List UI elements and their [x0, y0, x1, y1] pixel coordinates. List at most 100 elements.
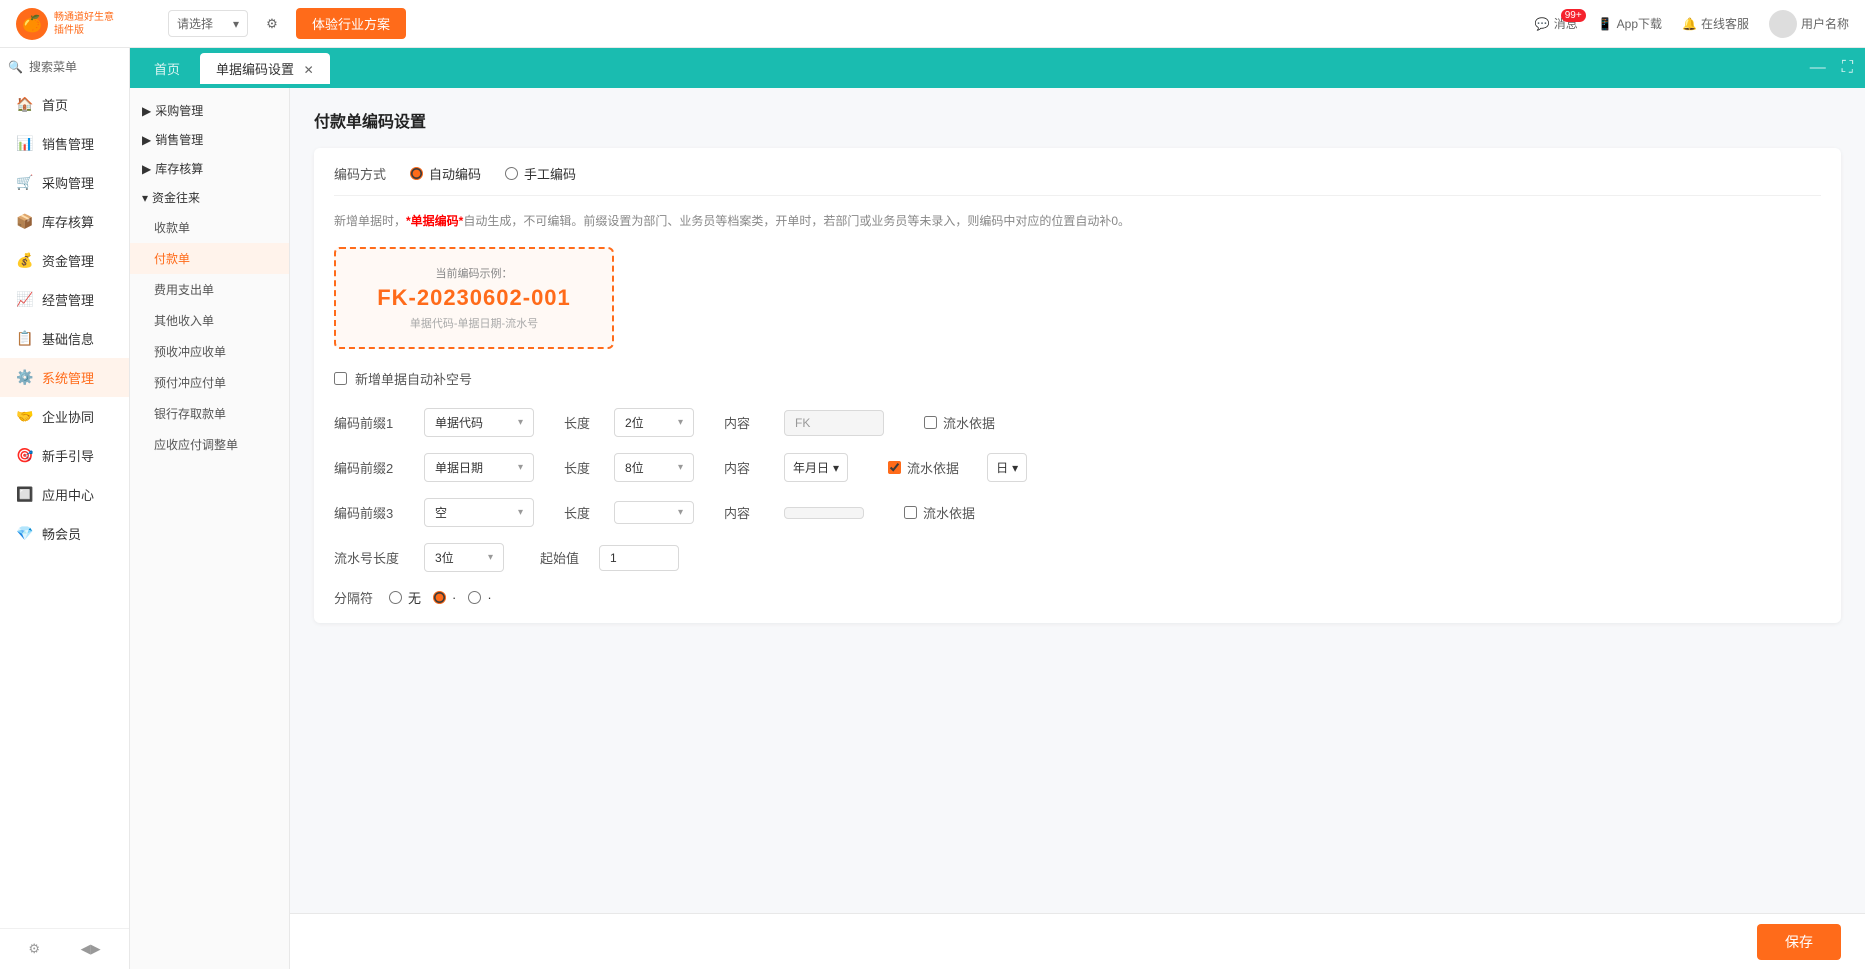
tab-encode-settings[interactable]: 单据编码设置 ✕ [200, 53, 330, 84]
main-panel: ▶ 采购管理 ▶ 销售管理 ▶ 库存核算 ▾ 资金往来 收款单 [130, 88, 1865, 969]
sub-item-other-income[interactable]: 其他收入单 [130, 305, 289, 336]
tab-maximize-icon[interactable]: ⛶ [1838, 55, 1857, 81]
chevron-right-icon: ▶ [142, 104, 151, 118]
separator-dash-option[interactable]: · [468, 590, 491, 605]
sub-item-prepay-pay[interactable]: 预付冲应付单 [130, 367, 289, 398]
auto-encode-radio[interactable] [410, 167, 423, 180]
highlight-text: *单据编码* [406, 214, 463, 228]
prefix1-label: 编码前缀1 [334, 413, 404, 432]
dropdown-text: 请选择 [177, 15, 213, 32]
logo-text: 畅通道好生意 插件版 [54, 11, 114, 37]
serial-length-value: 3位 [435, 549, 454, 566]
length1-select[interactable]: 2位 ▾ [614, 408, 694, 437]
separator-dot-radio[interactable] [433, 591, 446, 604]
sub-group-inventory[interactable]: ▶ 库存核算 [130, 154, 289, 183]
experience-button[interactable]: 体验行业方案 [296, 8, 406, 39]
sidebar-item-member[interactable]: 💎 畅会员 [0, 514, 129, 553]
length2-select[interactable]: 8位 ▾ [614, 453, 694, 482]
prefix3-arrow-icon: ▾ [518, 507, 523, 518]
sub-item-receipt[interactable]: 收款单 [130, 212, 289, 243]
search-label: 搜索菜单 [29, 58, 77, 75]
sidebar-item-purchase[interactable]: 🛒 采购管理 [0, 163, 129, 202]
message-button[interactable]: 💬 消息 99+ [1535, 15, 1578, 32]
content2-value: 年月日 [793, 459, 829, 476]
sidebar-item-sales[interactable]: 📊 销售管理 [0, 124, 129, 163]
sub-item-expense[interactable]: 费用支出单 [130, 274, 289, 305]
app-download-icon: 📱 [1598, 17, 1613, 31]
sub-item-payment[interactable]: 付款单 [130, 243, 289, 274]
bottom-bar: 保存 [290, 913, 1865, 969]
code-preview-format: 单据代码-单据日期-流水号 [356, 315, 592, 331]
topbar: 🍊 畅通道好生意 插件版 请选择 ▾ ⚙ 体验行业方案 💬 消息 99+ 📱 A… [0, 0, 1865, 48]
content-area: 首页 单据编码设置 ✕ — ⛶ ▶ 采购管理 ▶ 销售管理 [130, 48, 1865, 969]
separator-none-option[interactable]: 无 [389, 588, 421, 607]
auto-fill-checkbox[interactable] [334, 372, 347, 385]
content1-value: FK [784, 410, 884, 436]
code-preview-value: FK-20230602-001 [356, 285, 592, 311]
sub-item-bank[interactable]: 银行存取款单 [130, 398, 289, 429]
auto-fill-row: 新增单据自动补空号 [334, 369, 1821, 388]
separator-dash-radio[interactable] [468, 591, 481, 604]
tab-close-icon[interactable]: ✕ [304, 63, 314, 77]
sidebar-item-operation[interactable]: 📈 经营管理 [0, 280, 129, 319]
sidebar-item-basic[interactable]: 📋 基础信息 [0, 319, 129, 358]
sidebar-search[interactable]: 🔍 搜索菜单 [0, 48, 129, 85]
serial1-checkbox[interactable] [924, 416, 937, 429]
online-service-button[interactable]: 🔔 在线客服 [1682, 15, 1749, 32]
sidebar-item-apps[interactable]: 🔲 应用中心 [0, 475, 129, 514]
serial3-label: 流水依据 [923, 503, 975, 522]
settings-bottom-icon[interactable]: ⚙ [28, 941, 40, 957]
sidebar-item-label: 采购管理 [42, 173, 94, 192]
message-icon: 💬 [1535, 17, 1550, 31]
sub-item-adjustment-label: 应收应付调整单 [154, 438, 238, 452]
content2-label: 内容 [724, 458, 764, 477]
content1-label: 内容 [724, 413, 764, 432]
prefix3-select[interactable]: 空 ▾ [424, 498, 534, 527]
username: 用户名称 [1801, 15, 1849, 32]
sub-item-prepay-recv[interactable]: 预收冲应收单 [130, 336, 289, 367]
sidebar-item-guide[interactable]: 🎯 新手引导 [0, 436, 129, 475]
gear-button[interactable]: ⚙ [256, 8, 288, 40]
sub-group-inventory-label: 库存核算 [155, 160, 203, 177]
start-value-input[interactable]: 1 [599, 545, 679, 571]
encode-card: 编码方式 自动编码 手工编码 新增单据时 [314, 148, 1841, 623]
page-title: 付款单编码设置 [314, 108, 1841, 132]
tab-minimize-icon[interactable]: — [1806, 55, 1830, 81]
manual-encode-option[interactable]: 手工编码 [505, 164, 576, 183]
sidebar-item-home[interactable]: 🏠 首页 [0, 85, 129, 124]
separator-none-radio[interactable] [389, 591, 402, 604]
auto-encode-option[interactable]: 自动编码 [410, 164, 481, 183]
content2-select[interactable]: 年月日 ▾ [784, 453, 848, 482]
serial3-checkbox[interactable] [904, 506, 917, 519]
save-button[interactable]: 保存 [1757, 924, 1841, 960]
sub-group-purchase[interactable]: ▶ 采购管理 [130, 96, 289, 125]
sidebar-item-finance[interactable]: 💰 资金管理 [0, 241, 129, 280]
separator-options: 无 · · [389, 588, 492, 607]
sub-group-sales[interactable]: ▶ 销售管理 [130, 125, 289, 154]
app-download-button[interactable]: 📱 App下载 [1598, 15, 1662, 32]
enterprise-icon: 🤝 [16, 408, 34, 426]
sidebar-item-system[interactable]: ⚙️ 系统管理 [0, 358, 129, 397]
user-area[interactable]: 用户名称 [1769, 10, 1849, 38]
manual-encode-radio[interactable] [505, 167, 518, 180]
prefix2-select[interactable]: 单据日期 ▾ [424, 453, 534, 482]
period2-select[interactable]: 日 ▾ [987, 453, 1027, 482]
length3-select[interactable]: ▾ [614, 501, 694, 524]
content-panel: 付款单编码设置 编码方式 自动编码 手工编码 [290, 88, 1865, 913]
separator-dot-option[interactable]: · [433, 590, 456, 605]
sidebar-item-inventory[interactable]: 📦 库存核算 [0, 202, 129, 241]
tab-home[interactable]: 首页 [138, 53, 196, 84]
finance-icon: 💰 [16, 252, 34, 270]
length1-value: 2位 [625, 414, 644, 431]
main-content-wrapper: 付款单编码设置 编码方式 自动编码 手工编码 [290, 88, 1865, 969]
collapse-icon[interactable]: ◀▶ [81, 941, 101, 957]
topbar-dropdown[interactable]: 请选择 ▾ [168, 10, 248, 37]
serial2-checkbox[interactable] [888, 461, 901, 474]
prefix1-select[interactable]: 单据代码 ▾ [424, 408, 534, 437]
sidebar-item-enterprise[interactable]: 🤝 企业协同 [0, 397, 129, 436]
chevron-right-icon: ▶ [142, 133, 151, 147]
sub-item-adjustment[interactable]: 应收应付调整单 [130, 429, 289, 460]
chevron-down-icon: ▾ [233, 17, 239, 31]
sub-group-fund[interactable]: ▾ 资金往来 [130, 183, 289, 212]
serial-length-select[interactable]: 3位 ▾ [424, 543, 504, 572]
